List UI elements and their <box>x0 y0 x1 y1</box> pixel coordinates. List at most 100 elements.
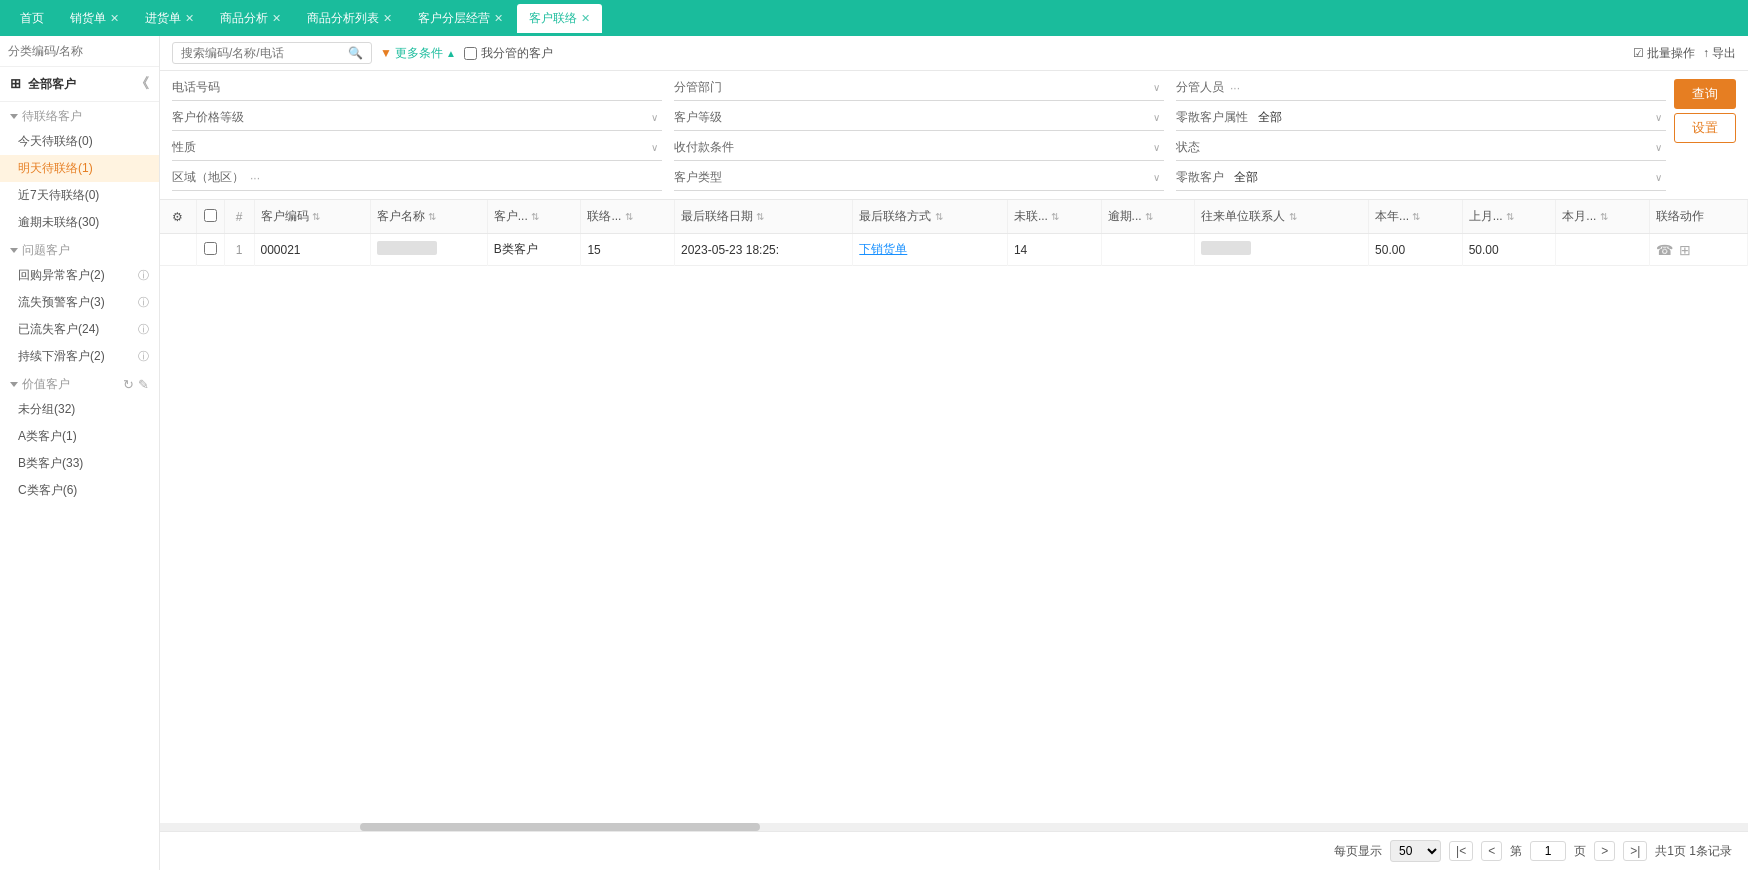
next-page-btn[interactable]: > <box>1594 841 1615 861</box>
sidebar-item-today-pending[interactable]: 今天待联络(0) <box>0 128 159 155</box>
filter-manager[interactable]: 分管人员 ··· <box>1176 79 1666 101</box>
filter-customer-level[interactable]: 客户等级 ∨ <box>674 109 1164 131</box>
nav-home[interactable]: 首页 <box>8 4 56 33</box>
sidebar: 🔍 ⊞ 全部客户 《 待联络客户 今天待联络(0) 明天待联络(1) <box>0 36 160 870</box>
setting-button[interactable]: 设置 <box>1674 113 1736 143</box>
close-icon[interactable]: ✕ <box>185 12 194 25</box>
more-icon: ··· <box>1230 81 1240 95</box>
row-last-date: 2023-05-23 18:25: <box>675 234 853 266</box>
col-name[interactable]: 客户名称 ⇅ <box>370 200 487 234</box>
filter-department[interactable]: 分管部门 ∨ <box>674 79 1164 101</box>
refresh-icon[interactable]: ↻ <box>123 377 134 392</box>
close-icon[interactable]: ✕ <box>494 12 503 25</box>
export-btn[interactable]: ↑ 导出 <box>1703 45 1736 62</box>
col-not-contact[interactable]: 未联... ⇅ <box>1007 200 1101 234</box>
sidebar-search-input[interactable] <box>8 44 158 58</box>
filter-status[interactable]: 状态 ∨ <box>1176 139 1666 161</box>
last-page-btn[interactable]: >| <box>1623 841 1647 861</box>
filter-actions: 查询 设置 <box>1674 79 1736 191</box>
sort-icon: ⇅ <box>756 211 764 222</box>
page-size-select[interactable]: 50 10 20 100 <box>1390 840 1441 862</box>
customer-table: ⚙ # 客户编码 ⇅ 客户名称 ⇅ 客户... ⇅ <box>160 200 1748 266</box>
filter-nature[interactable]: 性质 ∨ <box>172 139 662 161</box>
filter-retail-customer[interactable]: 零散客户 全部 ∨ <box>1176 169 1666 191</box>
sidebar-all-customers[interactable]: ⊞ 全部客户 《 <box>0 67 159 102</box>
collapse-icon[interactable]: 《 <box>135 75 149 93</box>
sidebar-item-declining[interactable]: 持续下滑客户(2) ⓘ <box>0 343 159 370</box>
nav-purchase-order[interactable]: 进货单 ✕ <box>133 4 206 33</box>
col-last-date[interactable]: 最后联络日期 ⇅ <box>675 200 853 234</box>
chevron-down-icon: ∨ <box>1153 112 1160 123</box>
search-input[interactable] <box>181 46 344 60</box>
search-icon[interactable]: 🔍 <box>348 46 363 60</box>
page-input[interactable] <box>1530 841 1566 861</box>
nav-product-analysis-list[interactable]: 商品分析列表 ✕ <box>295 4 404 33</box>
col-gear[interactable]: ⚙ <box>160 200 196 234</box>
col-this-year[interactable]: 本年... ⇅ <box>1369 200 1463 234</box>
batch-ops-btn[interactable]: ☑ 批量操作 <box>1633 45 1695 62</box>
query-button[interactable]: 查询 <box>1674 79 1736 109</box>
close-icon[interactable]: ✕ <box>581 12 590 25</box>
sort-icon: ⇅ <box>625 211 633 222</box>
sidebar-item-churn-warning[interactable]: 流失预警客户(3) ⓘ <box>0 289 159 316</box>
col-last-month[interactable]: 上月... ⇅ <box>1462 200 1556 234</box>
my-customers-filter[interactable]: 我分管的客户 <box>464 45 553 62</box>
filter-region[interactable]: 区域（地区） ··· <box>172 169 662 191</box>
row-last-method[interactable]: 下销货单 <box>853 234 1008 266</box>
filter-retail-attr[interactable]: 零散客户属性 全部 ∨ <box>1176 109 1666 131</box>
first-page-btn[interactable]: |< <box>1449 841 1473 861</box>
scrollbar-thumb[interactable] <box>360 823 760 831</box>
more-conditions-btn[interactable]: ▼ 更多条件 ▲ <box>380 45 456 62</box>
col-last-method[interactable]: 最后联络方式 ⇅ <box>853 200 1008 234</box>
filter-payment-terms[interactable]: 收付款条件 ∨ <box>674 139 1164 161</box>
filter-price-level[interactable]: 客户价格等级 ∨ <box>172 109 662 131</box>
close-icon[interactable]: ✕ <box>383 12 392 25</box>
nav-product-analysis[interactable]: 商品分析 ✕ <box>208 4 293 33</box>
chevron-down-icon: ∨ <box>1655 112 1662 123</box>
col-contacts[interactable]: 往来单位联系人 ⇅ <box>1195 200 1369 234</box>
nav-customer-contact[interactable]: 客户联络 ✕ <box>517 4 602 33</box>
row-check[interactable] <box>196 234 224 266</box>
sidebar-item-ungrouped[interactable]: 未分组(32) <box>0 396 159 423</box>
chevron-up-icon: ▲ <box>446 48 456 59</box>
col-overdue[interactable]: 逾期... ⇅ <box>1101 200 1195 234</box>
sidebar-item-churned[interactable]: 已流失客户(24) ⓘ <box>0 316 159 343</box>
col-type[interactable]: 客户... ⇅ <box>487 200 581 234</box>
sidebar-item-tomorrow-pending[interactable]: 明天待联络(1) <box>0 155 159 182</box>
nav-sales-order[interactable]: 销货单 ✕ <box>58 4 131 33</box>
sidebar-item-repurchase-abnormal[interactable]: 回购异常客户(2) ⓘ <box>0 262 159 289</box>
sidebar-search-wrap: 🔍 <box>0 36 159 67</box>
select-all-checkbox[interactable] <box>204 209 217 222</box>
sidebar-item-c-class[interactable]: C类客户(6) <box>0 477 159 504</box>
top-navigation: 首页 销货单 ✕ 进货单 ✕ 商品分析 ✕ 商品分析列表 ✕ 客户分层经营 ✕ … <box>0 0 1748 36</box>
my-customers-checkbox[interactable] <box>464 47 477 60</box>
sidebar-item-overdue-pending[interactable]: 逾期未联络(30) <box>0 209 159 236</box>
row-code: 000021 <box>254 234 370 266</box>
contact-icon[interactable]: ☎ <box>1656 242 1673 258</box>
sidebar-item-a-class[interactable]: A类客户(1) <box>0 423 159 450</box>
nav-customer-segmentation[interactable]: 客户分层经营 ✕ <box>406 4 515 33</box>
sort-icon: ⇅ <box>1289 211 1297 222</box>
row-name[interactable] <box>370 234 487 266</box>
filter-customer-type[interactable]: 客户类型 ∨ <box>674 169 1164 191</box>
advanced-filter: 电话号码 分管部门 ∨ 分管人员 ··· <box>160 71 1748 200</box>
sort-icon: ⇅ <box>1600 211 1608 222</box>
row-action: ☎ ⊞ <box>1649 234 1747 266</box>
prev-page-btn[interactable]: < <box>1481 841 1502 861</box>
table-header-row: ⚙ # 客户编码 ⇅ 客户名称 ⇅ 客户... ⇅ <box>160 200 1748 234</box>
row-contacts <box>1195 234 1369 266</box>
sidebar-section-value: 价值客户 ↻ ✎ <box>0 370 159 396</box>
close-icon[interactable]: ✕ <box>110 12 119 25</box>
col-check[interactable] <box>196 200 224 234</box>
close-icon[interactable]: ✕ <box>272 12 281 25</box>
sidebar-item-7days-pending[interactable]: 近7天待联络(0) <box>0 182 159 209</box>
horizontal-scrollbar[interactable] <box>160 823 1748 831</box>
col-contact[interactable]: 联络... ⇅ <box>581 200 675 234</box>
qr-icon[interactable]: ⊞ <box>1679 242 1691 258</box>
row-checkbox[interactable] <box>204 242 217 255</box>
sidebar-item-b-class[interactable]: B类客户(33) <box>0 450 159 477</box>
chevron-down-icon: ∨ <box>1655 172 1662 183</box>
col-code[interactable]: 客户编码 ⇅ <box>254 200 370 234</box>
col-this-month[interactable]: 本月... ⇅ <box>1556 200 1650 234</box>
edit-icon[interactable]: ✎ <box>138 377 149 392</box>
